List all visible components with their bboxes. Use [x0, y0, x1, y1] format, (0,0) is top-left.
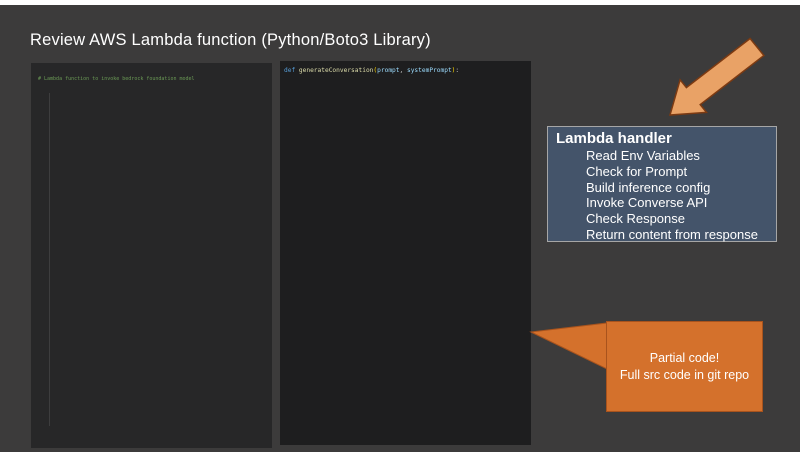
code-line: # Lambda function to invoke bedrock foun… [38, 76, 195, 82]
lambda-handler-summary-box: Lambda handler Read Env Variables Check f… [547, 126, 777, 242]
handler-step: Read Env Variables [586, 148, 700, 163]
callout-text-line: Full src code in git repo [619, 367, 750, 382]
handler-step: Return content from response [586, 226, 758, 242]
handler-step: Build inference config [586, 179, 711, 195]
code-line: def generateConversation(prompt, systemP… [284, 67, 460, 74]
slide: Review AWS Lambda function (Python/Boto3… [0, 0, 800, 452]
code-panel-lambda-handler: # Lambda function to invoke bedrock foun… [31, 63, 272, 448]
handler-steps-list: Read Env Variables Check for Prompt Build … [556, 148, 770, 243]
handler-box-title: Lambda handler [556, 130, 672, 147]
callout-text-line: Partial code! [649, 350, 720, 365]
indent-guide [49, 93, 50, 426]
handler-step: Check Response [586, 211, 685, 227]
callout-tail [529, 322, 608, 370]
slide-title: Review AWS Lambda function (Python/Boto3… [30, 31, 431, 49]
code-panel-generate-conversation: def generateConversation(prompt, systemP… [280, 61, 531, 445]
partial-code-callout: Partial code! Full src code in git repo [606, 321, 763, 412]
handler-step: Invoke Converse API [586, 195, 708, 211]
down-left-arrow-icon [668, 37, 765, 116]
top-white-strip [0, 0, 800, 5]
handler-step: Check for Prompt [586, 163, 688, 179]
